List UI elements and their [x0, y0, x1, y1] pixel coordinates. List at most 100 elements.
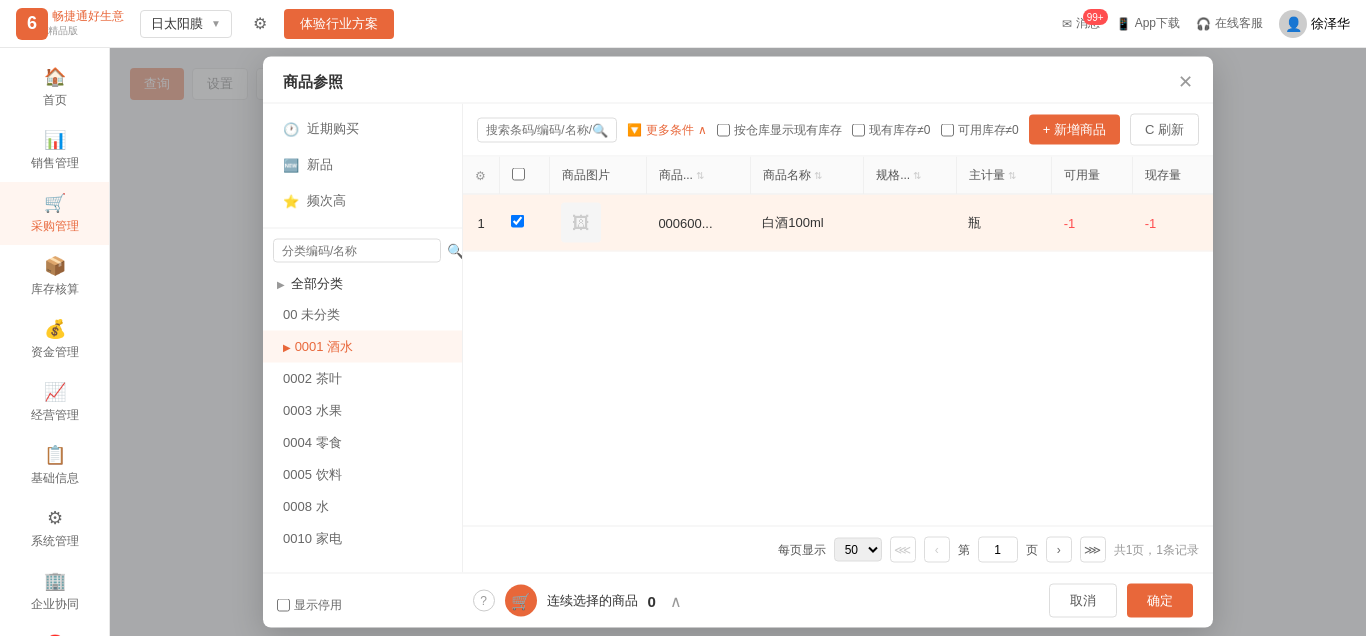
- sidebar-item-inventory[interactable]: 📦 库存核算: [0, 245, 109, 308]
- display-disabled-checkbox[interactable]: [277, 599, 290, 612]
- category-list: ▶ 全部分类 00 未分类 ▶ 0001 酒水 0002 茶叶: [263, 269, 462, 563]
- footer-right: 取消 确定: [1049, 584, 1193, 618]
- product-search-input[interactable]: [486, 123, 592, 137]
- message-item[interactable]: ✉ 消息 99: [1062, 15, 1100, 32]
- home-icon: 🏠: [44, 66, 66, 88]
- category-item-alcohol[interactable]: ▶ 0001 酒水: [263, 331, 462, 363]
- category-search-row: 🔍 «: [263, 233, 462, 269]
- refresh-button[interactable]: C 刷新: [1130, 114, 1199, 146]
- avatar: 👤: [1279, 10, 1307, 38]
- col-settings-header[interactable]: ⚙: [463, 157, 499, 195]
- available-checkbox[interactable]: [852, 123, 865, 136]
- message-badge: 99: [1083, 9, 1108, 25]
- product-thumbnail: 🖼: [561, 203, 601, 243]
- filter-button[interactable]: 🔽 更多条件 ∧: [627, 121, 707, 138]
- category-item-tea[interactable]: 0002 茶叶: [263, 363, 462, 395]
- check-usable[interactable]: 可用库存≠0: [941, 121, 1019, 138]
- page-size-label: 每页显示: [778, 541, 826, 558]
- quick-item-frequent[interactable]: ⭐ 频次高: [273, 186, 452, 216]
- category-item-appliance[interactable]: 0010 家电: [263, 523, 462, 555]
- row-unit-cell: 瓶: [956, 194, 1051, 251]
- message-icon: ✉: [1062, 17, 1072, 31]
- sidebar-item-purchase[interactable]: 🛒 采购管理: [0, 182, 109, 245]
- category-item-uncategorized[interactable]: 00 未分类: [263, 299, 462, 331]
- footer-collapse-icon[interactable]: ∧: [670, 591, 682, 610]
- cart-button[interactable]: 🛒: [505, 585, 537, 617]
- select-all-checkbox[interactable]: [512, 167, 525, 180]
- app-download-item[interactable]: 📱 App下载: [1116, 15, 1180, 32]
- row-index: 1: [463, 194, 499, 251]
- help-icon[interactable]: ?: [473, 590, 495, 612]
- quick-item-recent[interactable]: 🕐 近期购买: [273, 114, 452, 144]
- sidebar-item-home[interactable]: 🏠 首页: [0, 56, 109, 119]
- enterprise-icon: 🏢: [44, 570, 66, 592]
- row-name-cell: 白酒100ml: [750, 194, 863, 251]
- sidebar: 🏠 首页 📊 销售管理 🛒 采购管理 📦 库存核算 💰 资金管理 📈 经营管理 …: [0, 48, 110, 636]
- store-selector[interactable]: 日太阳膜 ▼: [140, 10, 232, 38]
- col-spec-header[interactable]: 规格...: [864, 157, 957, 195]
- sales-icon: 📊: [44, 129, 66, 151]
- row-image-cell: 🖼: [549, 194, 646, 251]
- basic-icon: 📋: [44, 444, 66, 466]
- sidebar-item-finance[interactable]: 💰 资金管理: [0, 308, 109, 371]
- prev-page-button[interactable]: ‹: [924, 537, 950, 563]
- sidebar-item-guide[interactable]: 🎯 新手引导: [0, 623, 109, 636]
- row-checkbox-cell: [499, 194, 549, 251]
- category-item-fruit[interactable]: 0003 水果: [263, 395, 462, 427]
- confirm-button[interactable]: 确定: [1127, 584, 1193, 618]
- filter-arrow-icon: ∧: [698, 123, 707, 137]
- product-table: ⚙ 商品图片 商品... 商品名称 规格... 主计量 可用量 现存量: [463, 157, 1213, 252]
- first-page-button[interactable]: ⋘: [890, 537, 916, 563]
- caret-all-icon: ▶: [277, 278, 285, 289]
- dialog-title: 商品参照: [283, 72, 343, 91]
- by-warehouse-checkbox[interactable]: [717, 123, 730, 136]
- settings-icon[interactable]: ⚙: [244, 8, 276, 40]
- row-checkbox[interactable]: [511, 215, 524, 228]
- page-input[interactable]: [978, 537, 1018, 563]
- next-page-button[interactable]: ›: [1046, 537, 1072, 563]
- dialog-close-button[interactable]: ✕: [1178, 71, 1193, 93]
- mobile-icon: 📱: [1116, 17, 1131, 31]
- purchase-icon: 🛒: [44, 192, 66, 214]
- last-page-button[interactable]: ⋙: [1080, 537, 1106, 563]
- logo-icon: 6: [16, 8, 48, 40]
- category-all[interactable]: ▶ 全部分类: [263, 269, 462, 299]
- row-available-cell: -1: [1052, 194, 1133, 251]
- selected-count-badge: 0: [648, 592, 656, 609]
- sidebar-item-basic[interactable]: 📋 基础信息: [0, 434, 109, 497]
- cancel-button[interactable]: 取消: [1049, 584, 1117, 618]
- display-disabled-check[interactable]: 显示停用: [277, 597, 342, 614]
- user-area[interactable]: 👤 徐泽华: [1279, 10, 1350, 38]
- product-search-bar: 🔍: [477, 117, 617, 142]
- dialog-header: 商品参照 ✕: [263, 57, 1213, 104]
- right-panel: 🔍 🔽 更多条件 ∧ 按仓库显示现有库存: [463, 104, 1213, 573]
- col-unit-header[interactable]: 主计量: [956, 157, 1051, 195]
- category-item-water[interactable]: 0008 水: [263, 491, 462, 523]
- sidebar-item-operation[interactable]: 📈 经营管理: [0, 371, 109, 434]
- col-name-header[interactable]: 商品名称: [750, 157, 863, 195]
- page-size-select[interactable]: 50: [834, 538, 882, 562]
- col-available-header: 可用量: [1052, 157, 1133, 195]
- online-service-item[interactable]: 🎧 在线客服: [1196, 15, 1263, 32]
- category-search-input[interactable]: [273, 239, 441, 263]
- check-by-warehouse[interactable]: 按仓库显示现有库存: [717, 121, 842, 138]
- check-available[interactable]: 现有库存≠0: [852, 121, 930, 138]
- sidebar-item-sales[interactable]: 📊 销售管理: [0, 119, 109, 182]
- add-product-button[interactable]: + 新增商品: [1029, 115, 1120, 145]
- recent-icon: 🕐: [283, 121, 299, 136]
- product-reference-dialog: 商品参照 ✕ 🕐 近期购买 🆕 新品: [263, 57, 1213, 628]
- col-code-header[interactable]: 商品...: [646, 157, 750, 195]
- sidebar-item-system[interactable]: ⚙ 系统管理: [0, 497, 109, 560]
- category-search-icon[interactable]: 🔍: [447, 243, 463, 259]
- system-icon: ⚙: [47, 507, 63, 529]
- table-row[interactable]: 1 🖼 000600... 白酒100ml 瓶 -1: [463, 194, 1213, 251]
- quick-item-new[interactable]: 🆕 新品: [273, 150, 452, 180]
- row-spec-cell: [864, 194, 957, 251]
- usable-checkbox[interactable]: [941, 123, 954, 136]
- category-item-beverage[interactable]: 0005 饮料: [263, 459, 462, 491]
- sidebar-item-enterprise[interactable]: 🏢 企业协同: [0, 560, 109, 623]
- toolbar: 🔍 🔽 更多条件 ∧ 按仓库显示现有库存: [463, 104, 1213, 157]
- category-item-snack[interactable]: 0004 零食: [263, 427, 462, 459]
- experience-button[interactable]: 体验行业方案: [284, 9, 394, 39]
- nav-right: ✉ 消息 99 📱 App下载 🎧 在线客服 👤 徐泽华: [1062, 10, 1350, 38]
